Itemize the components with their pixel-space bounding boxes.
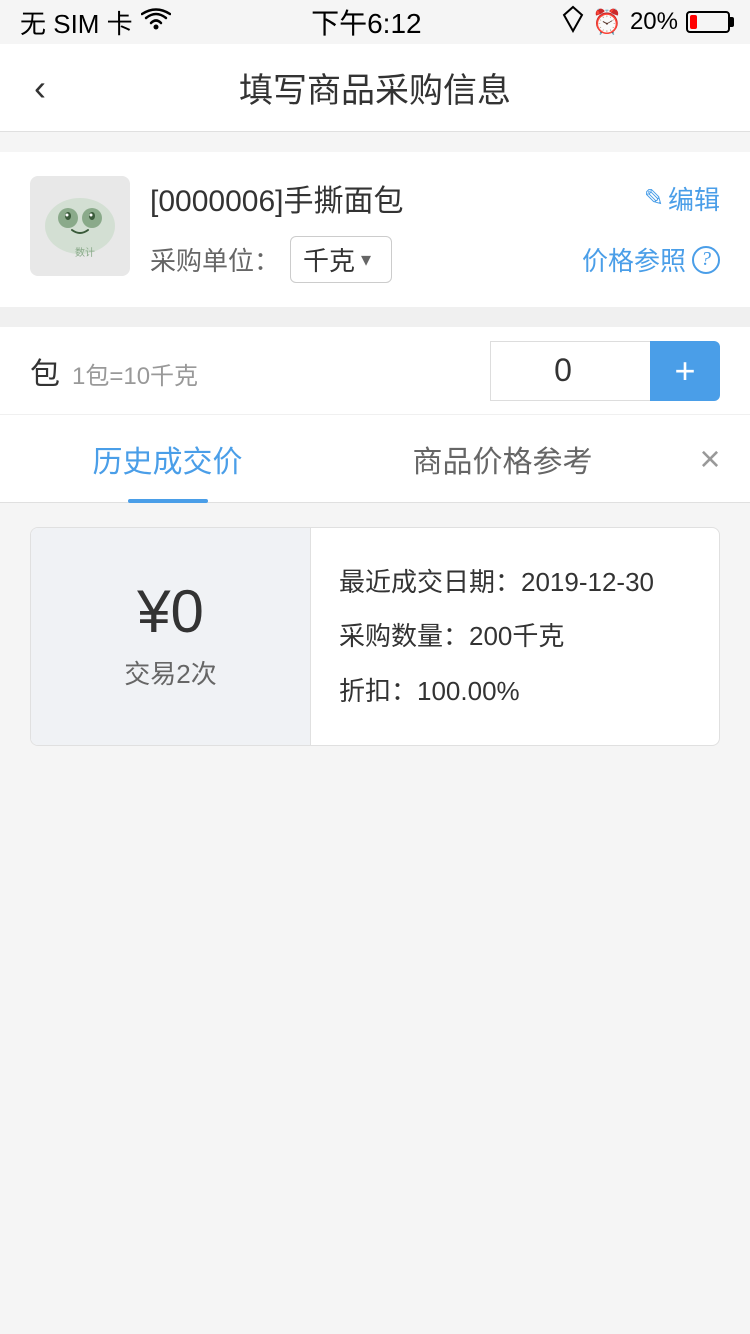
close-icon: × [699, 438, 720, 480]
recent-date-value: 2019-12-30 [521, 567, 654, 597]
product-image: 数计 [30, 176, 130, 276]
tabs-row: 历史成交价 商品价格参考 × [0, 415, 750, 503]
price-card-right: 最近成交日期：2019-12-30 采购数量：200千克 折扣：100.00% [311, 528, 719, 745]
unit-label-text: 采购单位： [150, 241, 280, 278]
purchase-qty-value: 200千克 [469, 621, 564, 651]
back-button[interactable]: ‹ [0, 44, 80, 132]
location-icon [562, 5, 584, 40]
tab-history-label: 历史成交价 [93, 437, 243, 481]
quantity-input[interactable] [490, 341, 650, 401]
main-content: ¥0 交易2次 最近成交日期：2019-12-30 采购数量：200千克 折扣：… [0, 503, 750, 1103]
status-bar: 无 SIM 卡 下午6:12 ⏰ 20% [0, 0, 750, 44]
price-ref-help-icon: ? [692, 246, 720, 274]
tab-active-underline [128, 499, 208, 503]
price-card-left: ¥0 交易2次 [31, 528, 311, 745]
section-divider [0, 307, 750, 327]
battery-icon [686, 11, 730, 33]
close-button[interactable]: × [670, 415, 750, 503]
recent-date-row: 最近成交日期：2019-12-30 [339, 564, 691, 600]
tab-price-reference[interactable]: 商品价格参考 [335, 415, 670, 503]
discount-value: 100.00% [417, 676, 520, 706]
discount-label: 折扣： [339, 676, 417, 706]
page-title: 填写商品采购信息 [239, 63, 511, 112]
carrier-label: 无 SIM 卡 [20, 4, 133, 41]
price-trade-count: 交易2次 [124, 654, 216, 691]
plus-icon: + [674, 350, 695, 392]
product-name: [0000006]手撕面包 [150, 176, 403, 220]
battery-fill [690, 15, 697, 29]
status-left: 无 SIM 卡 [20, 4, 171, 41]
unit-label: 采购单位： 千克 ▾ [150, 236, 392, 283]
tab-price-ref-label: 商品价格参考 [413, 437, 593, 481]
nav-bar: ‹ 填写商品采购信息 [0, 44, 750, 132]
tab-history-price[interactable]: 历史成交价 [0, 415, 335, 503]
quantity-row: 包 1包=10千克 + [0, 327, 750, 415]
quantity-left: 包 1包=10千克 [30, 349, 198, 393]
quantity-conversion: 1包=10千克 [72, 356, 198, 391]
edit-icon: ✎ [644, 184, 664, 213]
price-reference-button[interactable]: 价格参照 ? [582, 241, 720, 278]
quantity-input-wrapper: + [490, 341, 720, 401]
quantity-plus-button[interactable]: + [650, 341, 720, 401]
wifi-icon [141, 7, 171, 38]
price-value: 0 [171, 578, 204, 645]
price-card-wrapper: ¥0 交易2次 最近成交日期：2019-12-30 采购数量：200千克 折扣：… [0, 503, 750, 770]
price-amount: ¥0 [137, 582, 204, 642]
battery-percent: 20% [630, 8, 678, 36]
svg-text:数计: 数计 [75, 246, 95, 259]
purchase-qty-row: 采购数量：200千克 [339, 618, 691, 654]
discount-row: 折扣：100.00% [339, 673, 691, 709]
status-right: ⏰ 20% [562, 5, 730, 40]
unit-value: 千克 [303, 241, 355, 278]
edit-label: 编辑 [668, 180, 720, 217]
edit-button[interactable]: ✎ 编辑 [644, 180, 720, 217]
product-info: [0000006]手撕面包 ✎ 编辑 采购单位： 千克 ▾ 价格参照 ? [150, 176, 720, 283]
product-card: 数计 [0000006]手撕面包 ✎ 编辑 采购单位： 千克 ▾ 价格参照 ? [0, 152, 750, 307]
purchase-qty-label: 采购数量： [339, 621, 469, 651]
quantity-unit: 包 [30, 349, 60, 393]
status-time: 下午6:12 [311, 2, 422, 42]
recent-date-label: 最近成交日期： [339, 567, 521, 597]
dropdown-arrow-icon: ▾ [361, 247, 371, 272]
price-ref-label: 价格参照 [582, 241, 686, 278]
alarm-icon: ⏰ [592, 8, 622, 37]
price-card: ¥0 交易2次 最近成交日期：2019-12-30 采购数量：200千克 折扣：… [30, 527, 720, 746]
product-unit-row: 采购单位： 千克 ▾ 价格参照 ? [150, 236, 720, 283]
unit-select[interactable]: 千克 ▾ [290, 236, 392, 283]
currency-symbol: ¥ [137, 578, 170, 645]
product-header: [0000006]手撕面包 ✎ 编辑 [150, 176, 720, 220]
